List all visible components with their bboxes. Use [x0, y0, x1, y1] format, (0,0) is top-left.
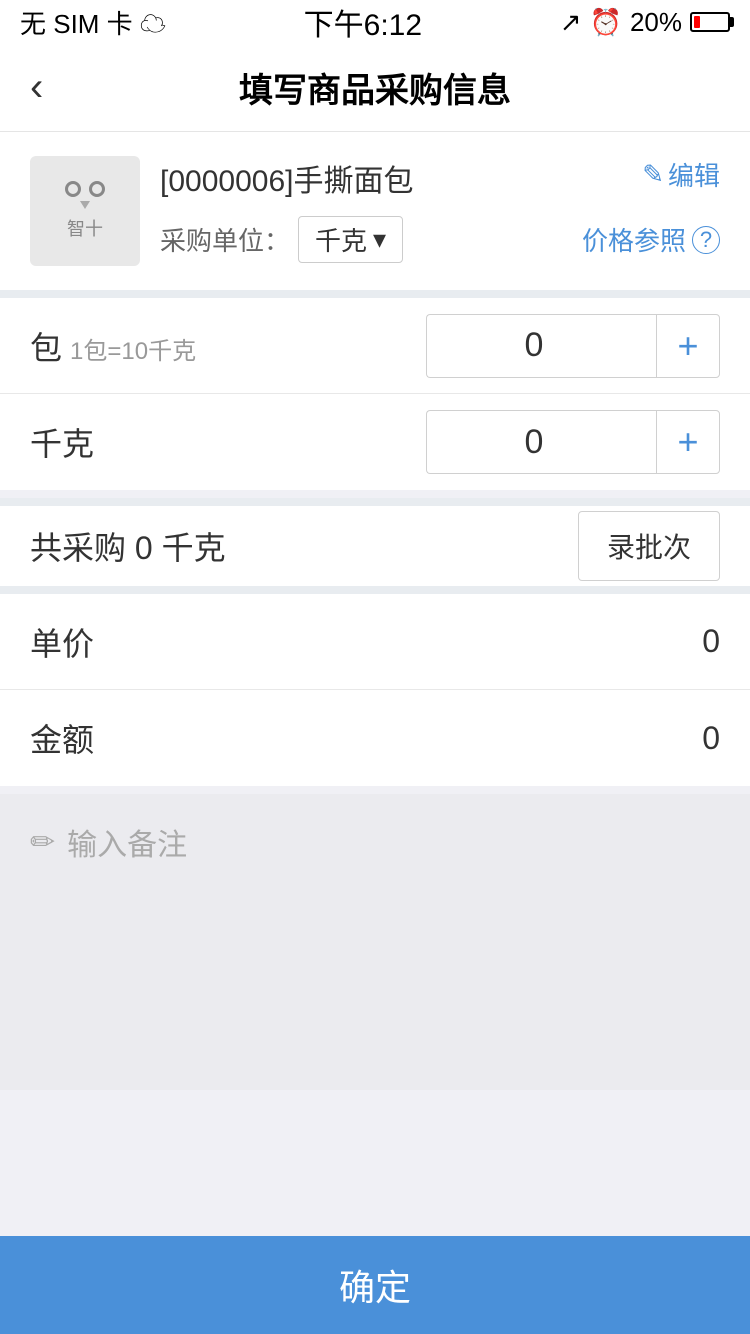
- bao-label: 包1包=10千克: [30, 323, 196, 369]
- bao-plus-button[interactable]: +: [656, 314, 720, 378]
- status-time: 下午6:12: [304, 0, 422, 44]
- unit-price-label: 单价: [30, 619, 94, 665]
- amount-label: 金额: [30, 715, 94, 761]
- edit-button[interactable]: ✎ 编辑: [642, 156, 720, 193]
- product-card: 智十 [0000006]手撕面包 ✎ 编辑 采购单位： 千克 ▾ 价格参照 ?: [0, 132, 750, 298]
- price-section: 单价 0 金额 0: [0, 594, 750, 786]
- back-button[interactable]: ‹: [30, 65, 43, 110]
- edit-icon: ✎: [642, 159, 664, 190]
- product-info: [0000006]手撕面包 ✎ 编辑 采购单位： 千克 ▾ 价格参照 ?: [160, 156, 720, 263]
- alarm-icon: ⏰: [590, 7, 622, 38]
- status-left: 无 SIM 卡 ☁: [20, 4, 166, 41]
- product-image: 智十: [30, 156, 140, 266]
- unit-price-row: 单价 0: [0, 594, 750, 690]
- kg-qty-wrap: +: [426, 410, 720, 474]
- unit-price-value: 0: [702, 623, 720, 660]
- unit-select[interactable]: 千克 ▾: [298, 216, 403, 263]
- unit-label: 采购单位： 千克 ▾: [160, 216, 403, 263]
- battery-percent: 20%: [630, 7, 682, 38]
- confirm-bar[interactable]: 确定: [0, 1236, 750, 1334]
- product-header: [0000006]手撕面包 ✎ 编辑: [160, 156, 720, 200]
- dropdown-icon: ▾: [373, 224, 386, 255]
- nav-bar: ‹ 填写商品采购信息: [0, 44, 750, 132]
- page-title: 填写商品采购信息: [239, 63, 511, 112]
- summary-text: 共采购 0 千克: [30, 523, 226, 569]
- amount-value: 0: [702, 720, 720, 757]
- note-placeholder: 输入备注: [67, 820, 187, 864]
- bao-row: 包1包=10千克 +: [0, 298, 750, 394]
- content-spacer: [0, 890, 750, 1090]
- kg-qty-input[interactable]: [426, 410, 656, 474]
- price-reference-button[interactable]: 价格参照 ?: [582, 221, 720, 258]
- status-right: ↗ ⏰ 20%: [560, 7, 730, 38]
- batch-button[interactable]: 录批次: [578, 511, 720, 581]
- status-bar: 无 SIM 卡 ☁ 下午6:12 ↗ ⏰ 20%: [0, 0, 750, 44]
- input-section: 包1包=10千克 + 千克 +: [0, 298, 750, 490]
- battery-icon: [690, 12, 730, 32]
- kg-plus-button[interactable]: +: [656, 410, 720, 474]
- kg-label: 千克: [30, 419, 150, 465]
- note-section[interactable]: ✏ 输入备注: [0, 794, 750, 890]
- bao-qty-wrap: +: [426, 314, 720, 378]
- help-icon: ?: [692, 226, 720, 254]
- confirm-label: 确定: [339, 1259, 411, 1311]
- bao-qty-input[interactable]: [426, 314, 656, 378]
- bao-sublabel: 1包=10千克: [70, 338, 196, 365]
- kg-row: 千克 +: [0, 394, 750, 490]
- sim-status: 无 SIM 卡 ☁: [20, 4, 166, 41]
- amount-row: 金额 0: [0, 690, 750, 786]
- product-name: [0000006]手撕面包: [160, 156, 413, 200]
- pencil-icon: ✏: [30, 825, 55, 860]
- summary-section: 共采购 0 千克 录批次: [0, 498, 750, 594]
- product-footer: 采购单位： 千克 ▾ 价格参照 ?: [160, 216, 720, 263]
- location-icon: ↗: [560, 7, 582, 38]
